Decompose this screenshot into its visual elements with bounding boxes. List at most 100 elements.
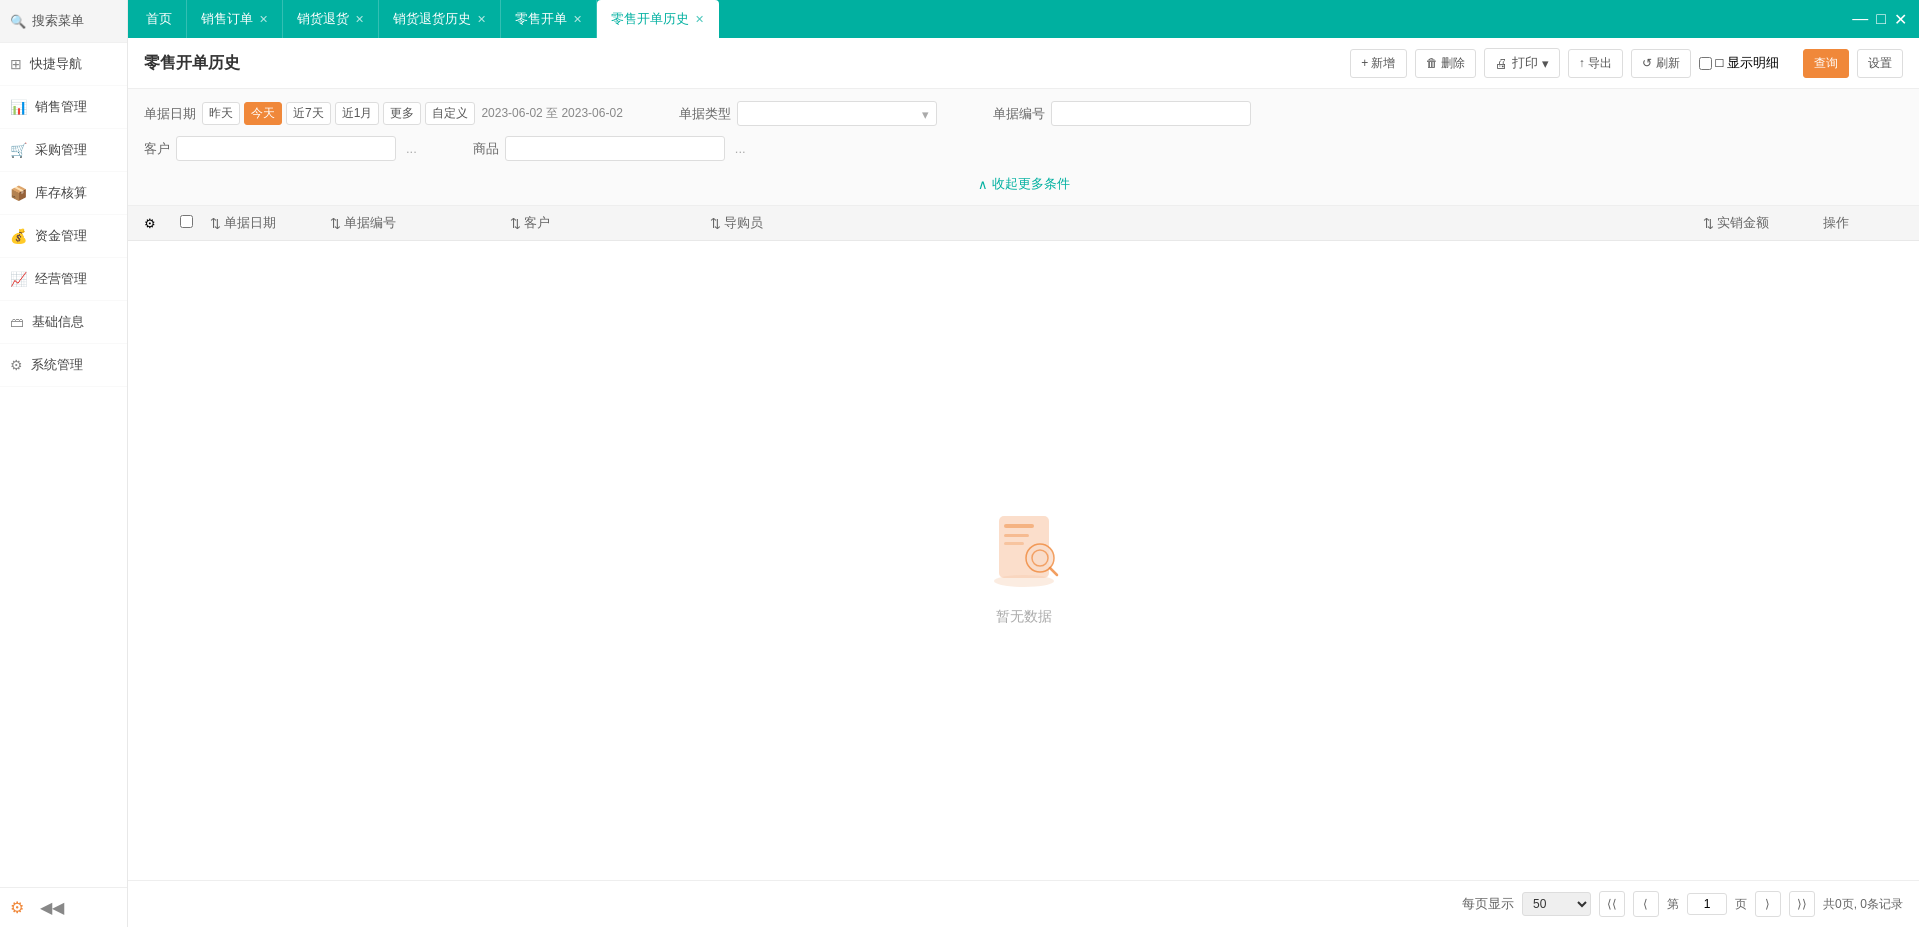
sort-icon: ⇅ (710, 216, 721, 231)
sidebar-item-sales-mgmt[interactable]: 📊销售管理 (0, 86, 127, 129)
tab-close-icon[interactable]: ✕ (573, 13, 582, 26)
filter-date: 单据日期 昨天今天近7天近1月更多自定义 2023-06-02 至 2023-0… (144, 102, 623, 125)
sidebar-bottom: ⚙ ◀◀ (0, 887, 127, 927)
date-btn-今天[interactable]: 今天 (244, 102, 282, 125)
minimize-button[interactable]: — (1852, 10, 1868, 28)
date-buttons: 昨天今天近7天近1月更多自定义 (202, 102, 475, 125)
nav-label: 库存核算 (35, 184, 87, 202)
select-all-cell[interactable] (180, 215, 210, 231)
display-detail-toggle[interactable]: □ 显示明细 (1699, 54, 1779, 72)
delete-button[interactable]: 🗑 删除 (1415, 49, 1476, 78)
tab-sales-order[interactable]: 销售订单 ✕ (187, 0, 283, 38)
sidebar-item-operations[interactable]: 📈经营管理 (0, 258, 127, 301)
svg-rect-3 (1004, 534, 1029, 537)
first-page-button[interactable]: ⟨⟨ (1599, 891, 1625, 917)
prev-page-button[interactable]: ⟨ (1633, 891, 1659, 917)
tab-sales-return-history[interactable]: 销货退货历史✕ (379, 0, 501, 38)
th-date[interactable]: ⇅ 单据日期 (210, 214, 330, 232)
collapse-icon[interactable]: ◀◀ (40, 898, 64, 917)
tab-close-icon[interactable]: ✕ (477, 13, 486, 26)
sidebar-item-basic-info[interactable]: 🗃基础信息 (0, 301, 127, 344)
th-number-label: 单据编号 (344, 214, 396, 232)
select-all-checkbox[interactable] (180, 215, 193, 228)
th-customer[interactable]: ⇅ 客户 (510, 214, 710, 232)
th-number[interactable]: ⇅ 单据编号 (330, 214, 510, 232)
tab-retail-open-history[interactable]: 零售开单历史✕ (597, 0, 719, 38)
nav-label: 销售管理 (35, 98, 87, 116)
date-range: 2023-06-02 至 2023-06-02 (481, 105, 622, 122)
print-label: 打印 (1512, 54, 1538, 72)
nav-icon: 💰 (10, 228, 27, 244)
column-settings-icon: ⚙ (144, 216, 156, 231)
table-area: ⚙ ⇅ 单据日期 ⇅ 单据编号 ⇅ 客户 ⇅ (128, 206, 1919, 880)
sidebar-nav: ⊞快捷导航📊销售管理🛒采购管理📦库存核算💰资金管理📈经营管理🗃基础信息⚙系统管理 (0, 43, 127, 387)
table-header: ⚙ ⇅ 单据日期 ⇅ 单据编号 ⇅ 客户 ⇅ (128, 206, 1919, 241)
sidebar-search[interactable]: 🔍 搜索菜单 (0, 0, 127, 43)
th-guide[interactable]: ⇅ 导购员 (710, 214, 830, 232)
date-btn-近7天[interactable]: 近7天 (286, 102, 331, 125)
tab-home[interactable]: 首页 (132, 0, 187, 38)
th-guide-label: 导购员 (724, 214, 763, 232)
empty-text: 暂无数据 (996, 608, 1052, 626)
tab-retail-open[interactable]: 零售开单 ✕ (501, 0, 597, 38)
tab-items: 首页销售订单✕销货退货✕销货退货历史✕零售开单✕零售开单历史✕ (132, 0, 719, 38)
customer-label: 客户 (144, 140, 170, 158)
page-input[interactable] (1687, 893, 1727, 915)
customer-ellipsis[interactable]: ... (406, 141, 417, 156)
tab-close-icon[interactable]: ✕ (695, 13, 704, 26)
maximize-button[interactable]: □ (1876, 10, 1886, 28)
sidebar-item-finance-mgmt[interactable]: 💰资金管理 (0, 215, 127, 258)
number-input[interactable] (1051, 101, 1251, 126)
display-detail-checkbox[interactable] (1699, 57, 1712, 70)
settings-icon[interactable]: ⚙ (10, 898, 24, 917)
tab-close-icon[interactable]: ✕ (259, 13, 268, 26)
date-btn-昨天[interactable]: 昨天 (202, 102, 240, 125)
filter-number: 单据编号 (993, 101, 1251, 126)
display-detail-label: □ 显示明细 (1716, 54, 1779, 72)
filter-row-2: 客户 ... 商品 ... (144, 136, 1903, 161)
tab-label: 首页 (146, 10, 172, 28)
next-page-button[interactable]: ⟩ (1755, 891, 1781, 917)
nav-label: 基础信息 (32, 313, 84, 331)
empty-icon (974, 496, 1074, 596)
th-amount[interactable]: ⇅ 实销金额 (1703, 214, 1823, 232)
customer-input[interactable] (176, 136, 396, 161)
date-btn-近1月[interactable]: 近1月 (335, 102, 380, 125)
settings-button[interactable]: 设置 (1857, 49, 1903, 78)
date-btn-自定义[interactable]: 自定义 (425, 102, 475, 125)
tab-label: 销售订单 (201, 10, 253, 28)
sidebar-item-system-mgmt[interactable]: ⚙系统管理 (0, 344, 127, 387)
close-button[interactable]: ✕ (1894, 10, 1907, 29)
svg-line-7 (1050, 568, 1057, 575)
sidebar-item-quick-nav[interactable]: ⊞快捷导航 (0, 43, 127, 86)
type-select[interactable] (737, 101, 937, 126)
sort-icon: ⇅ (330, 216, 341, 231)
tab-sales-return[interactable]: 销货退货✕ (283, 0, 379, 38)
svg-rect-2 (1004, 524, 1034, 528)
sidebar-item-purchase-mgmt[interactable]: 🛒采购管理 (0, 129, 127, 172)
query-button[interactable]: 查询 (1803, 49, 1849, 78)
goods-ellipsis[interactable]: ... (735, 141, 746, 156)
refresh-button[interactable]: ↺ 刷新 (1631, 49, 1690, 78)
column-settings[interactable]: ⚙ (144, 216, 180, 231)
tab-label: 零售开单 (515, 10, 567, 28)
filter-collapse-row: ∧ 收起更多条件 (144, 171, 1903, 197)
sidebar-item-inventory[interactable]: 📦库存核算 (0, 172, 127, 215)
date-btn-更多[interactable]: 更多 (383, 102, 421, 125)
add-button[interactable]: + 新增 (1350, 49, 1406, 78)
page-label: 页 (1735, 896, 1747, 913)
collapse-button[interactable]: ∧ 收起更多条件 (970, 171, 1078, 197)
pagination: 每页显示 50 10 20 100 ⟨⟨ ⟨ 第 页 ⟩ ⟩⟩ 共0页, 0条记… (128, 880, 1919, 927)
print-button[interactable]: 🖨 打印 ▾ (1484, 48, 1560, 78)
th-action: 操作 (1823, 214, 1903, 232)
content-area: 零售开单历史 + 新增 🗑 删除 🖨 打印 ▾ ↑ 导出 ↺ 刷新 □ 显示明细… (128, 38, 1919, 927)
page-title: 零售开单历史 (144, 53, 1342, 74)
export-button[interactable]: ↑ 导出 (1568, 49, 1623, 78)
th-action-label: 操作 (1823, 214, 1849, 232)
tab-close-icon[interactable]: ✕ (355, 13, 364, 26)
last-page-button[interactable]: ⟩⟩ (1789, 891, 1815, 917)
number-label: 单据编号 (993, 105, 1045, 123)
goods-input[interactable] (505, 136, 725, 161)
page-label-pre: 第 (1667, 896, 1679, 913)
per-page-select[interactable]: 50 10 20 100 (1522, 892, 1591, 916)
